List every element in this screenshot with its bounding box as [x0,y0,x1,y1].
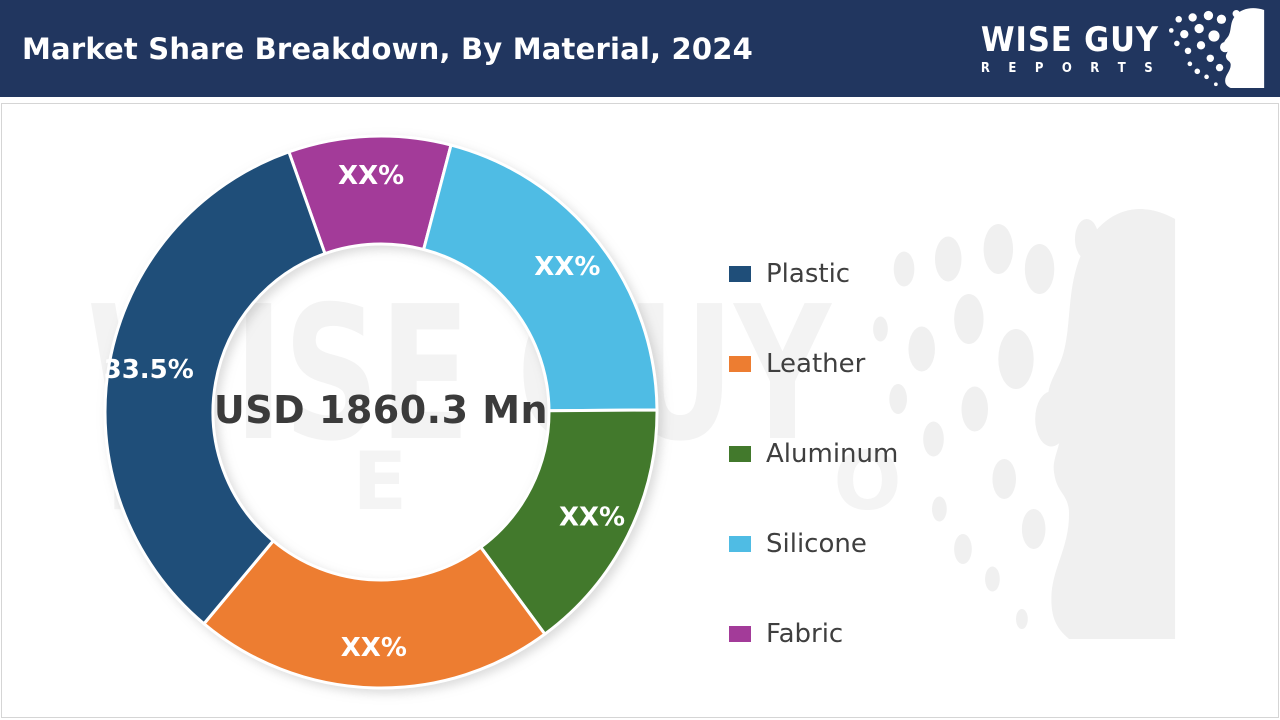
header: Market Share Breakdown, By Material, 202… [0,0,1280,97]
logo-face-icon [1168,8,1265,89]
legend-swatch-aluminum [729,446,751,462]
segment-label-aluminum: XX% [559,503,625,533]
legend-swatch-fabric [729,626,751,642]
legend-item-plastic: Plastic [729,229,898,319]
legend-label: Aluminum [766,439,899,469]
legend-item-fabric: Fabric [729,589,898,679]
legend-item-leather: Leather [729,319,898,409]
logo-wordmark: WISE GUY [981,19,1160,60]
infographic-root: Market Share Breakdown, By Material, 202… [0,0,1280,720]
donut-chart: XX% XX% XX% XX% 33.5% [103,134,659,690]
logo-subtitle: R E P O R T S [981,60,1160,76]
legend-swatch-silicone [729,536,751,552]
legend-label: Plastic [766,259,851,289]
page-title: Market Share Breakdown, By Material, 202… [22,31,754,66]
chart-panel: WISE GUY R E P O R T S XX%XX%XX%XX%33.5%… [1,103,1279,718]
segment-label-leather: XX% [341,633,407,663]
legend-swatch-plastic [729,266,751,282]
legend-label: Fabric [766,619,844,649]
donut-center-value: USD 1860.3 Mn [213,388,549,432]
wiseguy-logo-text: WISE GUY R E P O R T S [981,23,1160,76]
legend: Plastic Leather Aluminum Silicone Fabric [729,229,898,679]
legend-item-aluminum: Aluminum [729,409,898,499]
legend-label: Leather [766,349,866,379]
legend-label: Silicone [766,529,867,559]
legend-swatch-leather [729,356,751,372]
segment-label-silicone: XX% [534,252,600,282]
legend-item-silicone: Silicone [729,499,898,589]
wiseguy-logo: WISE GUY R E P O R T S [961,6,1266,92]
segment-label-plastic: 33.5% [104,355,194,385]
segment-label-fabric: XX% [338,161,404,191]
